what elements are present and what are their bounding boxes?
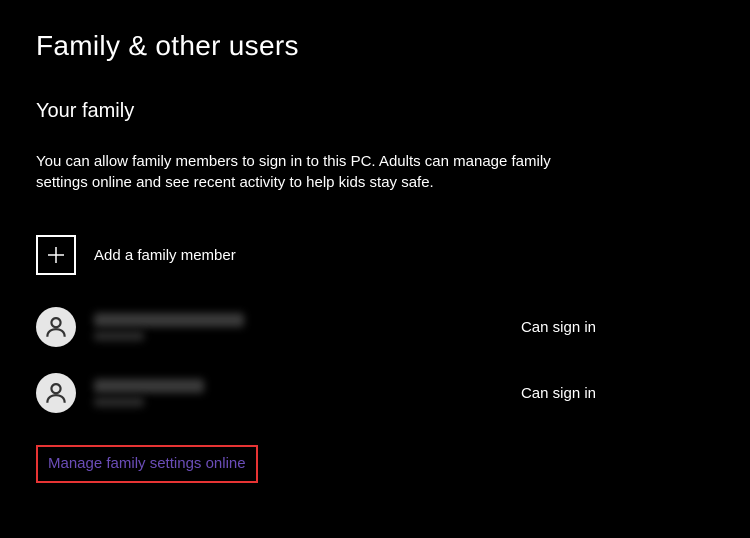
member-info [94, 379, 503, 407]
member-name-redacted [94, 313, 244, 327]
family-member-row[interactable]: Can sign in [36, 373, 596, 413]
page-title: Family & other users [36, 30, 714, 62]
member-status: Can sign in [521, 385, 596, 402]
avatar [36, 373, 76, 413]
plus-icon-box [36, 235, 76, 275]
plus-icon [46, 245, 66, 265]
person-icon [43, 314, 69, 340]
add-family-member-label: Add a family member [94, 247, 236, 264]
manage-family-settings-link[interactable]: Manage family settings online [48, 455, 246, 472]
member-sub-redacted [94, 397, 144, 407]
add-family-member-button[interactable]: Add a family member [36, 235, 714, 275]
member-name-redacted [94, 379, 204, 393]
member-info [94, 313, 503, 341]
section-title-your-family: Your family [36, 100, 714, 123]
member-status: Can sign in [521, 319, 596, 336]
avatar [36, 307, 76, 347]
highlight-box: Manage family settings online [36, 445, 258, 483]
family-description: You can allow family members to sign in … [36, 151, 576, 193]
family-member-row[interactable]: Can sign in [36, 307, 596, 347]
person-icon [43, 380, 69, 406]
member-sub-redacted [94, 331, 144, 341]
